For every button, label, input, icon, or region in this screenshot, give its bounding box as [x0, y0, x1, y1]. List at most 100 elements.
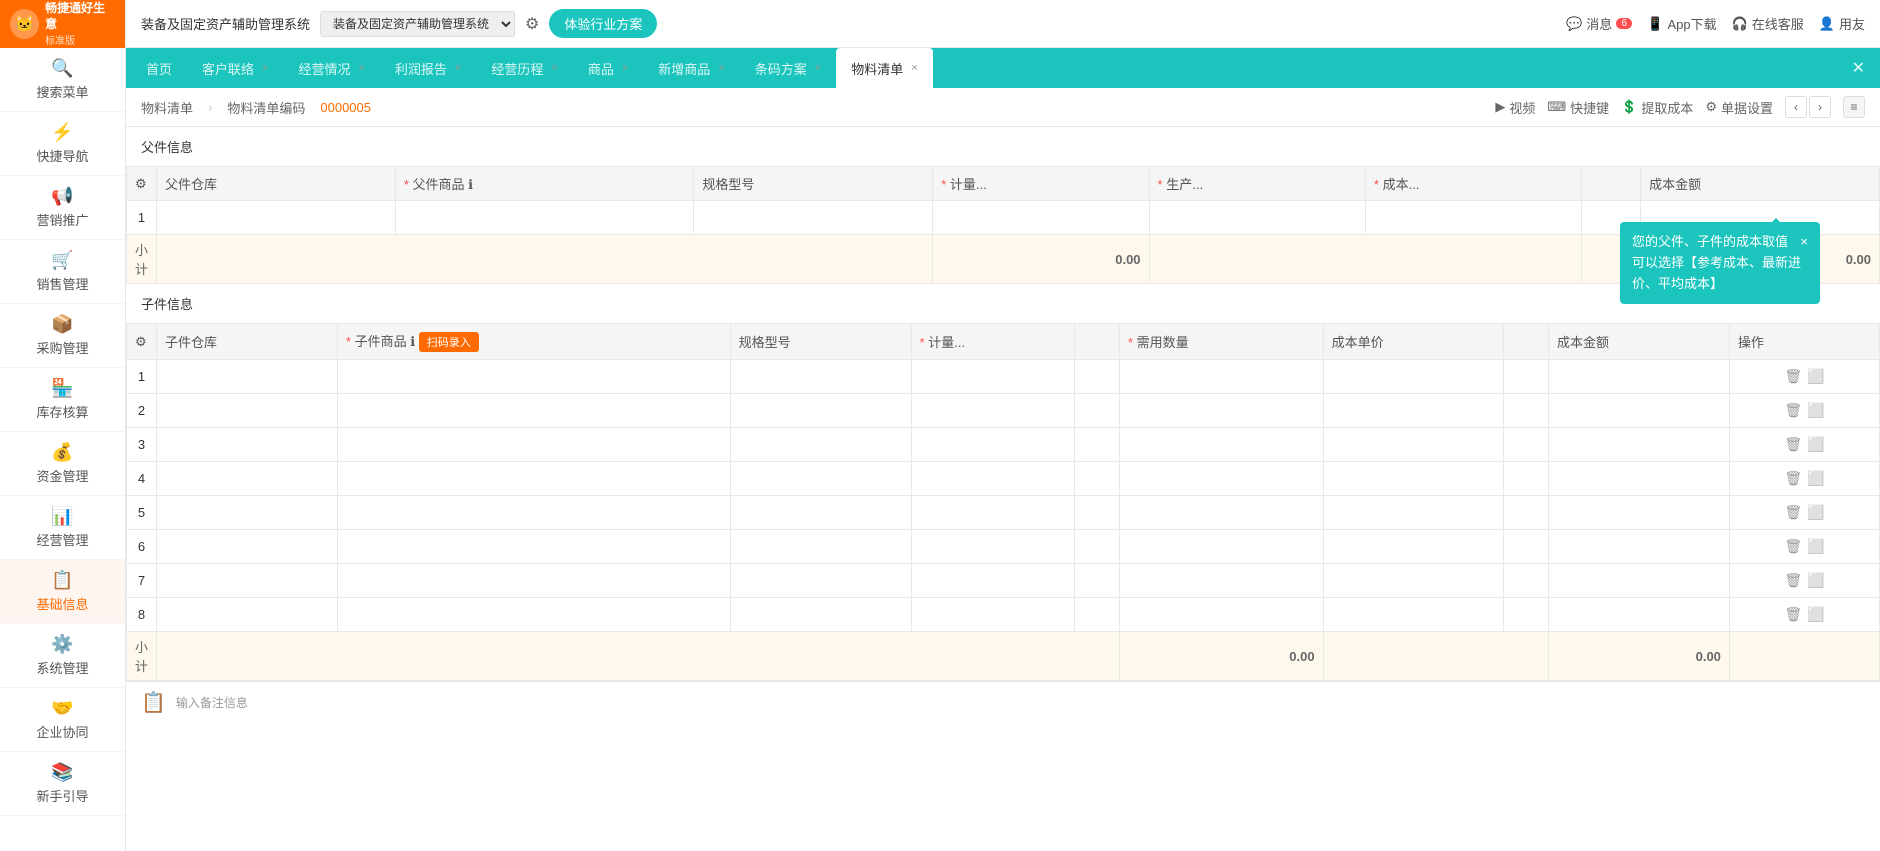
child-unit-cell[interactable]: [911, 598, 1075, 632]
sidebar-item-enterprise[interactable]: 🤝企业协同: [0, 688, 125, 752]
sidebar-item-guide[interactable]: 📚新手引导: [0, 752, 125, 816]
scan-input-button[interactable]: 扫码录入: [419, 332, 479, 352]
child-warehouse-cell[interactable]: [157, 462, 338, 496]
child-qty-cell[interactable]: [1119, 394, 1323, 428]
online-service-button[interactable]: 🎧 在线客服: [1732, 14, 1804, 33]
child-warehouse-cell[interactable]: [157, 428, 338, 462]
copy-icon[interactable]: ⬜: [1807, 504, 1824, 521]
child-unit-cell[interactable]: [911, 394, 1075, 428]
parent-production-cell[interactable]: [1149, 201, 1365, 235]
copy-icon[interactable]: ⬜: [1807, 572, 1824, 589]
child-unit-price-cell[interactable]: [1323, 564, 1504, 598]
sidebar-item-inventory[interactable]: 🏪库存核算: [0, 368, 125, 432]
tab-close[interactable]: ×: [622, 62, 628, 74]
user-menu[interactable]: 👤 用友: [1819, 14, 1865, 33]
child-warehouse-cell[interactable]: [157, 394, 338, 428]
child-unit-price-cell[interactable]: [1323, 428, 1504, 462]
delete-icon[interactable]: 🗑: [1784, 504, 1802, 521]
nav-tab-利润报告[interactable]: 利润报告×: [380, 48, 476, 88]
child-warehouse-cell[interactable]: [157, 360, 338, 394]
child-qty-cell[interactable]: [1119, 496, 1323, 530]
grid-view-icon[interactable]: ≡: [1843, 96, 1865, 118]
child-product-cell[interactable]: [337, 598, 730, 632]
delete-icon[interactable]: 🗑: [1784, 402, 1802, 419]
child-warehouse-cell[interactable]: [157, 530, 338, 564]
nav-tab-首页[interactable]: 首页: [131, 48, 187, 88]
child-unit-price-cell[interactable]: [1323, 394, 1504, 428]
single-settings-action[interactable]: ⚙ 单据设置: [1705, 98, 1773, 117]
sidebar-item-search[interactable]: 🔍搜索菜单: [0, 48, 125, 112]
delete-icon[interactable]: 🗑: [1784, 572, 1802, 589]
child-unit-cell[interactable]: [911, 462, 1075, 496]
child-unit-cell[interactable]: [911, 564, 1075, 598]
parent-product-cell[interactable]: [395, 201, 693, 235]
copy-icon[interactable]: ⬜: [1807, 368, 1824, 385]
nav-tab-客户联络[interactable]: 客户联络×: [187, 48, 283, 88]
parent-cost-cell[interactable]: [1365, 201, 1581, 235]
child-warehouse-cell[interactable]: [157, 598, 338, 632]
nav-tab-商品[interactable]: 商品×: [573, 48, 643, 88]
sidebar-item-sales[interactable]: 🛒销售管理: [0, 240, 125, 304]
tooltip-close-button[interactable]: ×: [1800, 232, 1808, 253]
copy-icon[interactable]: ⬜: [1807, 402, 1824, 419]
copy-icon[interactable]: ⬜: [1807, 606, 1824, 623]
tab-close[interactable]: ×: [262, 62, 268, 74]
child-product-cell[interactable]: [337, 428, 730, 462]
tab-close[interactable]: ×: [358, 62, 364, 74]
delete-icon[interactable]: 🗑: [1784, 368, 1802, 385]
child-product-cell[interactable]: [337, 530, 730, 564]
child-qty-cell[interactable]: [1119, 598, 1323, 632]
child-spec-cell[interactable]: [730, 428, 911, 462]
child-qty-cell[interactable]: [1119, 530, 1323, 564]
system-selector[interactable]: 装备及固定资产辅助管理系统: [320, 11, 515, 37]
child-unit-price-cell[interactable]: [1323, 496, 1504, 530]
parent-spec-cell[interactable]: [694, 201, 933, 235]
child-spec-cell[interactable]: [730, 564, 911, 598]
child-qty-cell[interactable]: [1119, 428, 1323, 462]
child-warehouse-cell[interactable]: [157, 496, 338, 530]
copy-icon[interactable]: ⬜: [1807, 470, 1824, 487]
child-unit-price-cell[interactable]: [1323, 462, 1504, 496]
tab-close[interactable]: ×: [911, 62, 917, 74]
child-qty-cell[interactable]: [1119, 564, 1323, 598]
child-unit-cell[interactable]: [911, 360, 1075, 394]
tab-close[interactable]: ×: [718, 62, 724, 74]
sidebar-item-system[interactable]: ⚙️系统管理: [0, 624, 125, 688]
breadcrumb-item-1[interactable]: 物料清单: [141, 98, 193, 117]
child-qty-cell[interactable]: [1119, 462, 1323, 496]
sidebar-item-finance[interactable]: 💰资金管理: [0, 432, 125, 496]
delete-icon[interactable]: 🗑: [1784, 470, 1802, 487]
child-spec-cell[interactable]: [730, 598, 911, 632]
parent-th-settings[interactable]: ⚙: [127, 167, 157, 201]
sidebar-item-quick-nav[interactable]: ⚡快捷导航: [0, 112, 125, 176]
child-unit-price-cell[interactable]: [1323, 360, 1504, 394]
copy-icon[interactable]: ⬜: [1807, 436, 1824, 453]
app-download-button[interactable]: 📱 App下载: [1647, 14, 1716, 33]
parent-unit-cell[interactable]: [933, 201, 1149, 235]
nav-tab-物料清单[interactable]: 物料清单×: [836, 48, 932, 88]
nav-tab-条码方案[interactable]: 条码方案×: [740, 48, 836, 88]
child-qty-cell[interactable]: [1119, 360, 1323, 394]
delete-icon[interactable]: 🗑: [1784, 538, 1802, 555]
child-product-cell[interactable]: [337, 496, 730, 530]
child-product-cell[interactable]: [337, 564, 730, 598]
nav-tab-新增商品[interactable]: 新增商品×: [643, 48, 739, 88]
shortcut-action[interactable]: ⌨ 快捷键: [1547, 98, 1609, 117]
child-unit-cell[interactable]: [911, 530, 1075, 564]
child-product-cell[interactable]: [337, 462, 730, 496]
nav-tab-经营历程[interactable]: 经营历程×: [476, 48, 572, 88]
tab-close[interactable]: ×: [815, 62, 821, 74]
child-product-cell[interactable]: [337, 394, 730, 428]
breadcrumb-item-2[interactable]: 物料清单编码: [227, 98, 305, 117]
tab-close[interactable]: ×: [551, 62, 557, 74]
trial-button[interactable]: 体验行业方案: [549, 9, 657, 38]
prev-arrow[interactable]: ‹: [1785, 96, 1807, 118]
copy-icon[interactable]: ⬜: [1807, 538, 1824, 555]
child-unit-price-cell[interactable]: [1323, 598, 1504, 632]
sidebar-item-marketing[interactable]: 📢营销推广: [0, 176, 125, 240]
child-product-cell[interactable]: [337, 360, 730, 394]
tab-close[interactable]: ×: [455, 62, 461, 74]
sidebar-item-purchase[interactable]: 📦采购管理: [0, 304, 125, 368]
sidebar-item-operations[interactable]: 📊经营管理: [0, 496, 125, 560]
video-action[interactable]: ▶ 视频: [1495, 98, 1535, 117]
